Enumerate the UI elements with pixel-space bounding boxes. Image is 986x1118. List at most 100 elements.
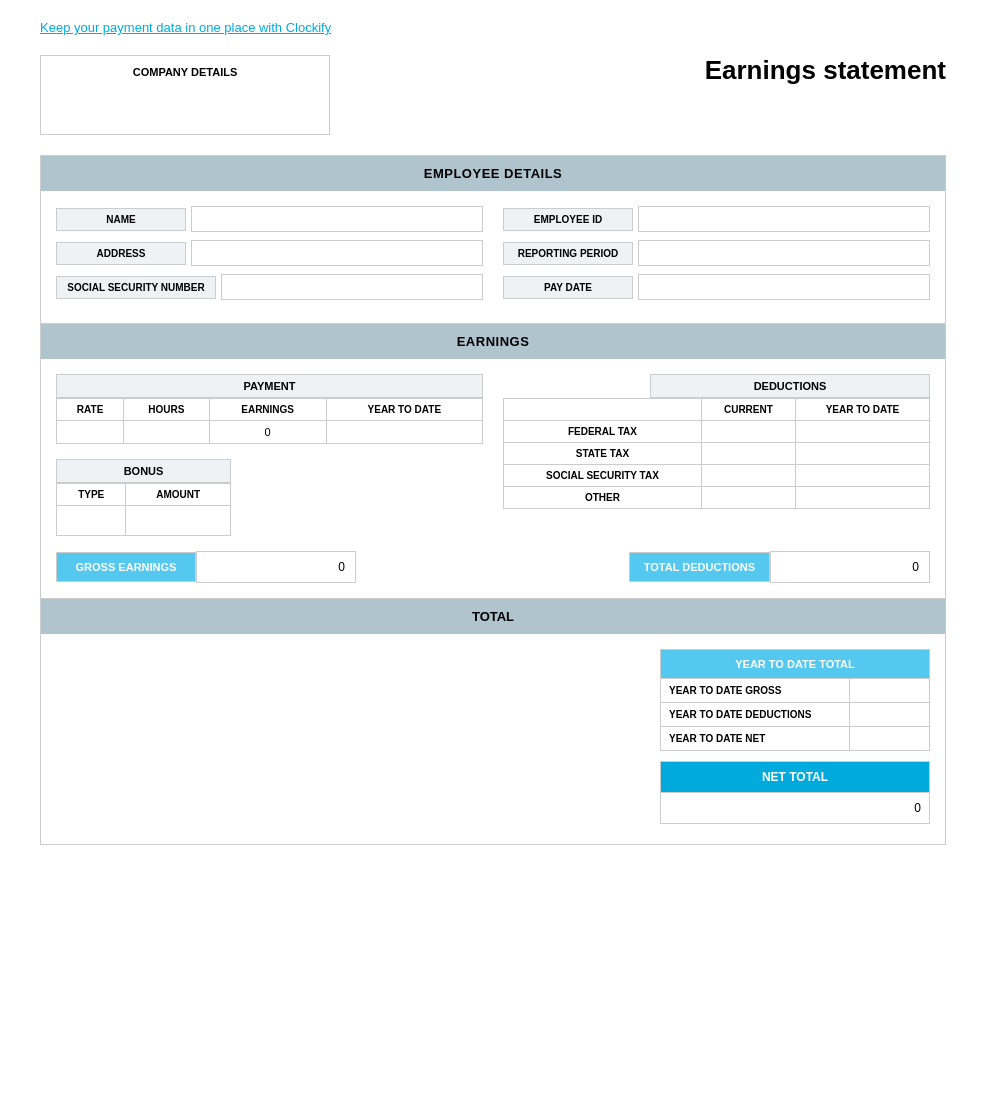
gross-earnings-value[interactable]: 0 <box>196 551 356 583</box>
employee-id-input[interactable] <box>638 206 930 232</box>
bonus-table: TYPE AMOUNT <box>56 483 231 536</box>
earnings-header: EARNINGS <box>41 324 945 359</box>
header-row: COMPANY DETAILS Earnings statement <box>40 55 946 135</box>
pay-date-field-row: PAY DATE <box>503 274 930 300</box>
net-total-value[interactable]: 0 <box>660 793 930 824</box>
ssn-field-row: SOCIAL SECURITY NUMBER <box>56 274 483 300</box>
reporting-period-input[interactable] <box>638 240 930 266</box>
ytd-deductions-value[interactable] <box>850 703 930 727</box>
earnings-inner: PAYMENT RATE HOURS EARNINGS YEAR TO DATE <box>56 374 930 536</box>
ytd-row-net: YEAR TO DATE NET <box>660 727 930 751</box>
ssn-input[interactable] <box>221 274 483 300</box>
col-hours: HOURS <box>124 399 209 421</box>
deductions-header-wrap: DEDUCTIONS <box>503 374 930 398</box>
employee-details-section: EMPLOYEE DETAILS NAME ADDRESS SOCIAL SEC… <box>40 155 946 324</box>
total-deductions-label: TOTAL DEDUCTIONS <box>629 552 770 582</box>
total-section-header: TOTAL <box>41 599 945 634</box>
ded-row-ss: SOCIAL SECURITY TAX <box>504 465 930 487</box>
ded-col-current: CURRENT <box>701 399 795 421</box>
ded-ytd-federal[interactable] <box>795 421 929 443</box>
total-section-body: YEAR TO DATE TOTAL YEAR TO DATE GROSS YE… <box>41 634 945 844</box>
bonus-col-type: TYPE <box>57 484 126 506</box>
bonus-col-amount: AMOUNT <box>126 484 231 506</box>
ded-ytd-ss[interactable] <box>795 465 929 487</box>
ded-row-federal: FEDERAL TAX <box>504 421 930 443</box>
bonus-header: BONUS <box>56 459 231 483</box>
ded-label-state: STATE TAX <box>504 443 702 465</box>
pay-date-label: PAY DATE <box>503 276 633 299</box>
gross-earnings-label: GROSS EARNINGS <box>56 552 196 582</box>
earnings-section: EARNINGS PAYMENT RATE HOURS EARNINGS YEA… <box>40 324 946 599</box>
ded-col-ytd: YEAR TO DATE <box>795 399 929 421</box>
left-fields: NAME ADDRESS SOCIAL SECURITY NUMBER <box>56 206 483 308</box>
address-label: ADDRESS <box>56 242 186 265</box>
ded-col-label <box>504 399 702 421</box>
ytd-table-wrap: YEAR TO DATE TOTAL YEAR TO DATE GROSS YE… <box>660 649 930 824</box>
employee-id-field-row: EMPLOYEE ID <box>503 206 930 232</box>
ded-current-other[interactable] <box>701 487 795 509</box>
employee-grid: NAME ADDRESS SOCIAL SECURITY NUMBER <box>56 206 930 308</box>
ded-label-ss: SOCIAL SECURITY TAX <box>504 465 702 487</box>
address-input[interactable] <box>191 240 483 266</box>
ded-current-ss[interactable] <box>701 465 795 487</box>
ytd-deductions-label: YEAR TO DATE DEDUCTIONS <box>660 703 850 727</box>
payment-row: 0 <box>57 421 483 444</box>
employee-id-label: EMPLOYEE ID <box>503 208 633 231</box>
ytd-gross-label: YEAR TO DATE GROSS <box>660 679 850 703</box>
ytd-row-gross: YEAR TO DATE GROSS <box>660 679 930 703</box>
gross-earnings-block: GROSS EARNINGS 0 <box>56 551 356 583</box>
reporting-period-field-row: REPORTING PERIOD <box>503 240 930 266</box>
bonus-row <box>57 506 231 536</box>
top-link-bar: Keep your payment data in one place with… <box>0 0 986 55</box>
employee-details-header: EMPLOYEE DETAILS <box>41 156 945 191</box>
payment-header: PAYMENT <box>56 374 483 398</box>
total-deductions-block: TOTAL DEDUCTIONS 0 <box>629 551 930 583</box>
reporting-period-label: REPORTING PERIOD <box>503 242 633 265</box>
deductions-side: DEDUCTIONS CURRENT YEAR TO DATE <box>503 374 930 536</box>
name-input[interactable] <box>191 206 483 232</box>
employee-details-body: NAME ADDRESS SOCIAL SECURITY NUMBER <box>41 191 945 323</box>
total-deductions-value[interactable]: 0 <box>770 551 930 583</box>
clockify-link[interactable]: Keep your payment data in one place with… <box>40 20 331 35</box>
ded-label-other: OTHER <box>504 487 702 509</box>
ssn-label: SOCIAL SECURITY NUMBER <box>56 276 216 299</box>
ytd-total-header: YEAR TO DATE TOTAL <box>660 649 930 679</box>
ytd-row-deductions: YEAR TO DATE DEDUCTIONS <box>660 703 930 727</box>
ded-ytd-state[interactable] <box>795 443 929 465</box>
col-rate: RATE <box>57 399 124 421</box>
payment-hours[interactable] <box>124 421 209 444</box>
ded-row-other: OTHER <box>504 487 930 509</box>
company-details-box: COMPANY DETAILS <box>40 55 330 135</box>
payment-earnings[interactable]: 0 <box>209 421 326 444</box>
deductions-table: CURRENT YEAR TO DATE FEDERAL TAX <box>503 398 930 509</box>
bonus-section: BONUS TYPE AMOUNT <box>56 459 483 536</box>
payment-side: PAYMENT RATE HOURS EARNINGS YEAR TO DATE <box>56 374 483 536</box>
pay-date-input[interactable] <box>638 274 930 300</box>
total-section: TOTAL YEAR TO DATE TOTAL YEAR TO DATE GR… <box>40 599 946 845</box>
ytd-net-value[interactable] <box>850 727 930 751</box>
net-total-header: NET TOTAL <box>660 761 930 793</box>
ded-row-state: STATE TAX <box>504 443 930 465</box>
ytd-net-label: YEAR TO DATE NET <box>660 727 850 751</box>
page-title: Earnings statement <box>705 55 946 86</box>
name-field-row: NAME <box>56 206 483 232</box>
ded-label-federal: FEDERAL TAX <box>504 421 702 443</box>
ytd-gross-value[interactable] <box>850 679 930 703</box>
right-fields: EMPLOYEE ID REPORTING PERIOD PAY DATE <box>503 206 930 308</box>
bonus-amount[interactable] <box>126 506 231 536</box>
name-label: NAME <box>56 208 186 231</box>
ded-ytd-other[interactable] <box>795 487 929 509</box>
deductions-header: DEDUCTIONS <box>650 374 930 398</box>
payment-rate[interactable] <box>57 421 124 444</box>
ded-current-state[interactable] <box>701 443 795 465</box>
col-ytd: YEAR TO DATE <box>326 399 482 421</box>
ded-current-federal[interactable] <box>701 421 795 443</box>
col-earnings: EARNINGS <box>209 399 326 421</box>
payment-table: RATE HOURS EARNINGS YEAR TO DATE 0 <box>56 398 483 444</box>
company-label: COMPANY DETAILS <box>51 66 319 78</box>
page-container: COMPANY DETAILS Earnings statement EMPLO… <box>0 55 986 885</box>
address-field-row: ADDRESS <box>56 240 483 266</box>
earnings-totals-row: GROSS EARNINGS 0 TOTAL DEDUCTIONS 0 <box>56 551 930 583</box>
payment-ytd[interactable] <box>326 421 482 444</box>
bonus-type[interactable] <box>57 506 126 536</box>
